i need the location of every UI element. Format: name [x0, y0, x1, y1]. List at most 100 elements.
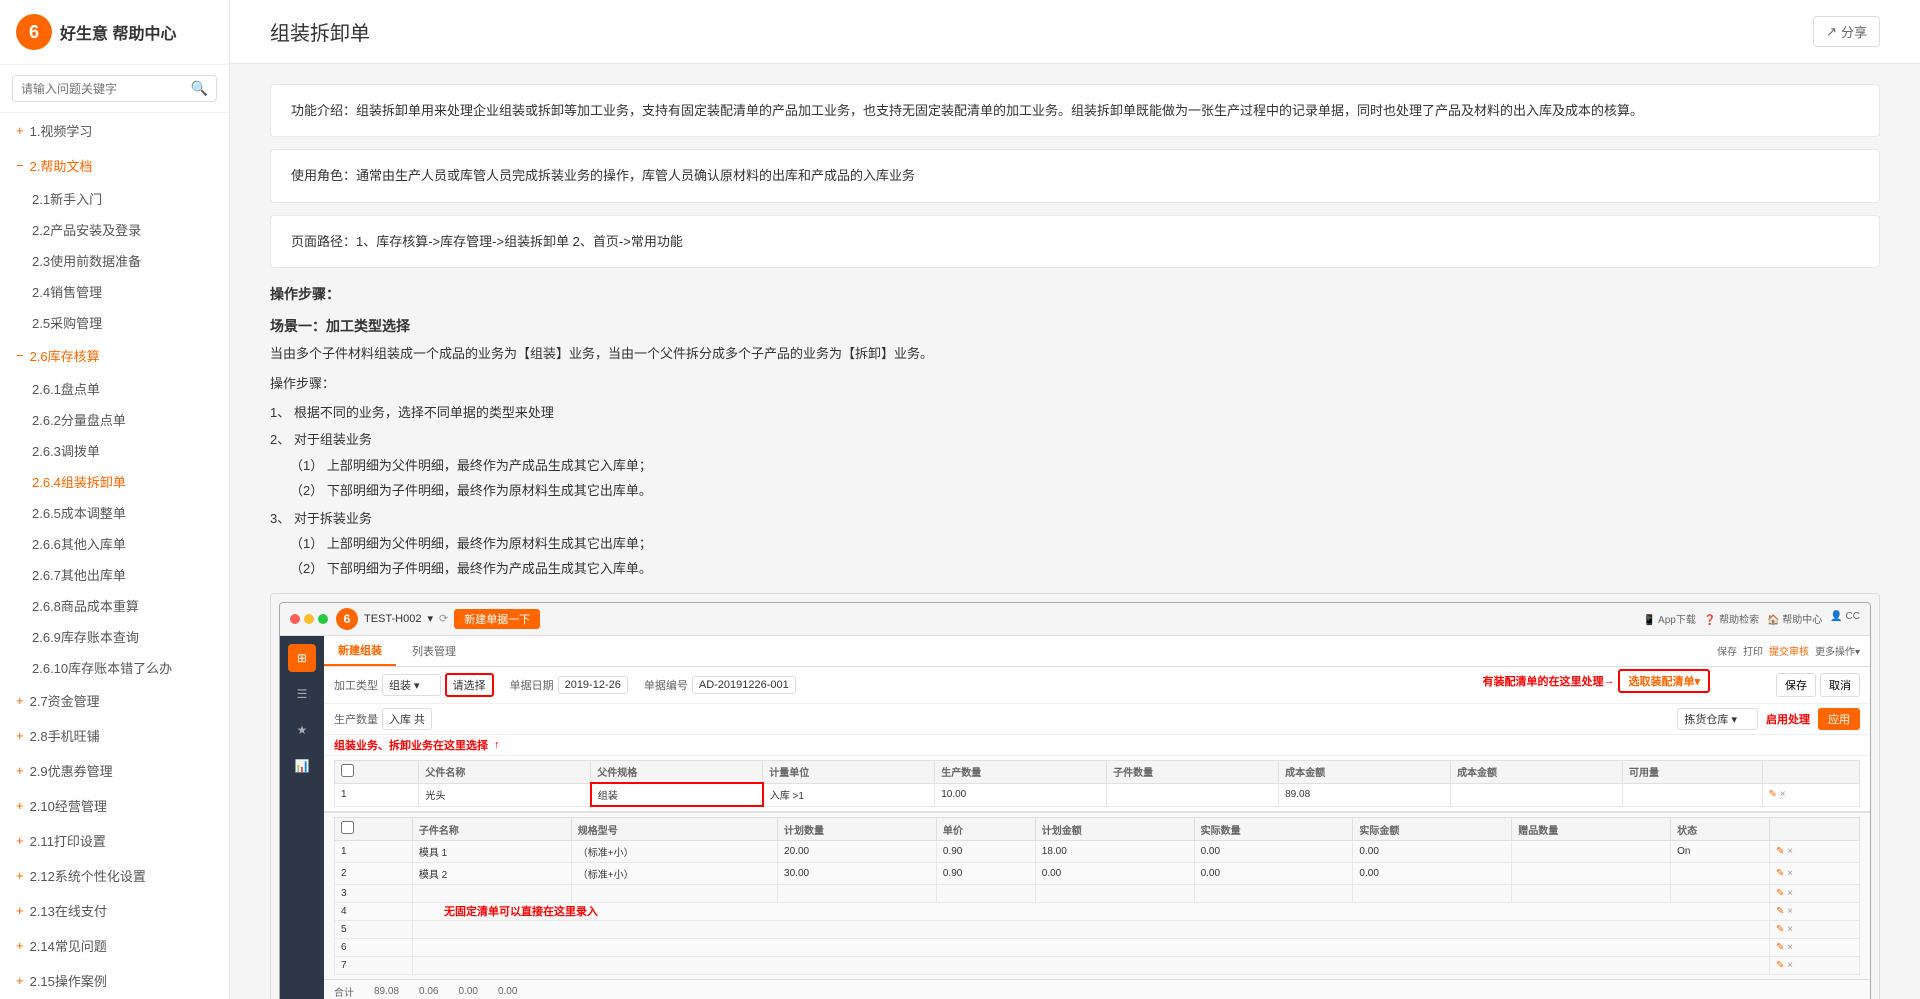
annotation-3-text: 启用处理	[1766, 711, 1810, 727]
ss-cell-empty4	[412, 903, 1769, 921]
ss-nav-home[interactable]: ⊞	[288, 644, 316, 672]
step-2-sub-2: （2） 下部明细为子件明细，最终作为原材料生成其它出库单。	[290, 479, 1880, 502]
ss-cell-gift2	[1512, 863, 1671, 885]
sidebar-item-check[interactable]: 2.6.9库存账本查询	[0, 621, 229, 652]
ss-btn-save[interactable]: 保存	[1776, 673, 1816, 697]
sidebar-item-purchase[interactable]: 2.5采购管理	[0, 307, 229, 338]
ss-row-edit-icon[interactable]: ✎	[1769, 789, 1777, 800]
role-block: 使用角色：通常由生产人员或库管人员完成拆装业务的操作，库管人员确认原材料的出库和…	[270, 149, 1880, 202]
ss-row-del4[interactable]: ×	[1787, 906, 1793, 917]
ss-row-del1[interactable]: ×	[1787, 846, 1793, 857]
ss-btn-cancel[interactable]: 取消	[1820, 673, 1860, 697]
ss-cell-plan-amt1: 18.00	[1035, 841, 1194, 863]
ss-select-type[interactable]: 组装 ▾	[382, 674, 441, 696]
sidebar-item-data[interactable]: 2.3使用前数据准备	[0, 245, 229, 276]
sidebar-item-payment[interactable]: + 2.13在线支付	[0, 893, 229, 928]
sidebar-item-cases[interactable]: + 2.15操作案例	[0, 963, 229, 998]
ss-check-all-top[interactable]	[341, 764, 354, 777]
ss-cell-status2	[1671, 863, 1770, 885]
ss-action-submit[interactable]: 提交审核	[1769, 643, 1809, 658]
ss-cell-status1: On	[1671, 841, 1770, 863]
ss-row-edit6[interactable]: ✎	[1776, 942, 1784, 953]
sidebar-item-mobile[interactable]: + 2.8手机旺铺	[0, 718, 229, 753]
ss-new-order-btn[interactable]: 新建单据一下	[454, 609, 540, 629]
search-icon[interactable]: 🔍	[191, 80, 208, 97]
ss-col-price: 单价	[936, 818, 1035, 841]
sidebar-item-cost[interactable]: 2.6.5成本调整单	[0, 497, 229, 528]
ss-field-ref-highlighted[interactable]: 请选择	[445, 673, 494, 697]
ss-row-edit2[interactable]: ✎	[1776, 868, 1784, 879]
ss-input-billno[interactable]: AD-20191226-001	[692, 676, 796, 694]
ss-cell-plan-amt3	[1035, 885, 1194, 903]
ss-cell-price1: 0.90	[936, 841, 1035, 863]
sidebar-item-assemble[interactable]: 2.6.4组装拆卸单	[0, 466, 229, 497]
ss-cell-actual-qty1: 0.00	[1194, 841, 1353, 863]
ss-row-del-icon[interactable]: ×	[1780, 789, 1786, 800]
sidebar-item-wrong[interactable]: 2.6.10库存账本错了么办	[0, 652, 229, 683]
step-1-num: 1、	[270, 405, 290, 420]
ss-action-print[interactable]: 打印	[1743, 643, 1763, 658]
ss-row-edit7[interactable]: ✎	[1776, 960, 1784, 971]
ss-footer-val1: 89.08	[374, 986, 399, 997]
ss-action-save[interactable]: 保存	[1717, 643, 1737, 658]
ss-row-del7[interactable]: ×	[1787, 960, 1793, 971]
sidebar-item-docs[interactable]: − 2.帮助文档	[0, 148, 229, 183]
sidebar-item-coupon[interactable]: + 2.9优惠券管理	[0, 753, 229, 788]
ss-check-all-bottom[interactable]	[341, 821, 354, 834]
ss-row-edit5[interactable]: ✎	[1776, 924, 1784, 935]
ss-col-plan-amt: 计划金额	[1035, 818, 1194, 841]
sidebar-item-new[interactable]: 2.1新手入门	[0, 183, 229, 214]
ss-row-del3[interactable]: ×	[1787, 888, 1793, 899]
sidebar-item-inventory[interactable]: − 2.6库存核算	[0, 338, 229, 373]
ss-nav-chart[interactable]: 📊	[288, 752, 316, 780]
sidebar-item-operation[interactable]: + 2.10经营管理	[0, 788, 229, 823]
sidebar-item-finance[interactable]: + 2.7资金管理	[0, 683, 229, 718]
ss-cell-cost2	[1451, 783, 1623, 806]
sidebar-item-partial[interactable]: 2.6.2分量盘点单	[0, 404, 229, 435]
ss-row-edit4[interactable]: ✎	[1776, 906, 1784, 917]
ss-btn-apply[interactable]: 应用	[1818, 708, 1860, 730]
sidebar-item-cost-calc[interactable]: 2.6.8商品成本重算	[0, 590, 229, 621]
ss-row-edit3[interactable]: ✎	[1776, 888, 1784, 899]
sidebar-item-faq[interactable]: + 2.14常见问题	[0, 928, 229, 963]
ss-bottom-table: 子件名称 规格型号 计划数量 单价 计划金额 实际数量 实际金额 赠品数量 状态	[334, 817, 1860, 975]
sidebar-item-stocktake[interactable]: 2.6.1盘点单	[0, 373, 229, 404]
ss-input-qty[interactable]: 入库 共	[382, 708, 432, 730]
sidebar-item-other-out[interactable]: 2.6.7其他出库单	[0, 559, 229, 590]
ss-row-del5[interactable]: ×	[1787, 924, 1793, 935]
ss-input-date[interactable]: 2019-12-26	[558, 676, 628, 694]
ss-field-qty: 生产数量 入库 共	[334, 708, 432, 730]
sidebar-item-sales[interactable]: 2.4销售管理	[0, 276, 229, 307]
ss-nav-star[interactable]: ★	[288, 716, 316, 744]
ss-cell-qty2	[1107, 783, 1279, 806]
table-row: 2 模具 2 （标准+小） 30.00 0.90 0.00 0.00 0.00	[335, 863, 1860, 885]
sidebar-item-personalize[interactable]: + 2.12系统个性化设置	[0, 858, 229, 893]
ss-nav-list[interactable]: ☰	[288, 680, 316, 708]
ss-tab-actions: 保存 打印 提交审核 更多操作▾	[1707, 639, 1870, 662]
intro-text: 功能介绍：组装拆卸单用来处理企业组装或拆卸等加工业务，支持有固定装配清单的产品加…	[291, 103, 1643, 118]
ss-row-edit1[interactable]: ✎	[1776, 846, 1784, 857]
sidebar-item-move[interactable]: 2.6.3调拨单	[0, 435, 229, 466]
collapse-icon: −	[16, 158, 24, 173]
ss-btn-bom[interactable]: 选取装配清单▾	[1618, 669, 1710, 693]
sidebar-item-video[interactable]: + 1.视频学习	[0, 113, 229, 148]
sidebar-item-other-in[interactable]: 2.6.6其他入库单	[0, 528, 229, 559]
search-input[interactable]	[21, 82, 191, 96]
ss-bill-id: TEST-H002	[364, 613, 421, 625]
path-block: 页面路径：1、库存核算->库存管理->组装拆卸单 2、首页->常用功能	[270, 215, 1880, 268]
ss-action-more[interactable]: 更多操作▾	[1815, 643, 1860, 658]
ss-select-warehouse[interactable]: 拣货仓库 ▾	[1677, 708, 1758, 730]
share-button[interactable]: ↗ 分享	[1813, 16, 1880, 47]
sidebar-item-install[interactable]: 2.2产品安装及登录	[0, 214, 229, 245]
ss-form-row2: 生产数量 入库 共 拣货仓库 ▾ 启用处理 应用	[324, 704, 1870, 735]
ss-tab-list[interactable]: 列表管理	[398, 637, 470, 665]
ss-tab-new[interactable]: 新建组装	[324, 636, 396, 666]
ss-row-del6[interactable]: ×	[1787, 942, 1793, 953]
sidebar-item-print[interactable]: + 2.11打印设置	[0, 823, 229, 858]
ss-row-del2[interactable]: ×	[1787, 868, 1793, 879]
search-box[interactable]: 🔍	[12, 75, 217, 102]
ss-cell-cost: 89.08	[1279, 783, 1451, 806]
ss-cell-child-name3	[412, 885, 571, 903]
ss-body: ⊞ ☰ ★ 📊	[280, 636, 1870, 999]
ss-topbar: 6 TEST-H002 ▾ ⟳ 新建单据一下 📱 App下载 ❓ 帮助检索 🏠 …	[280, 603, 1870, 636]
